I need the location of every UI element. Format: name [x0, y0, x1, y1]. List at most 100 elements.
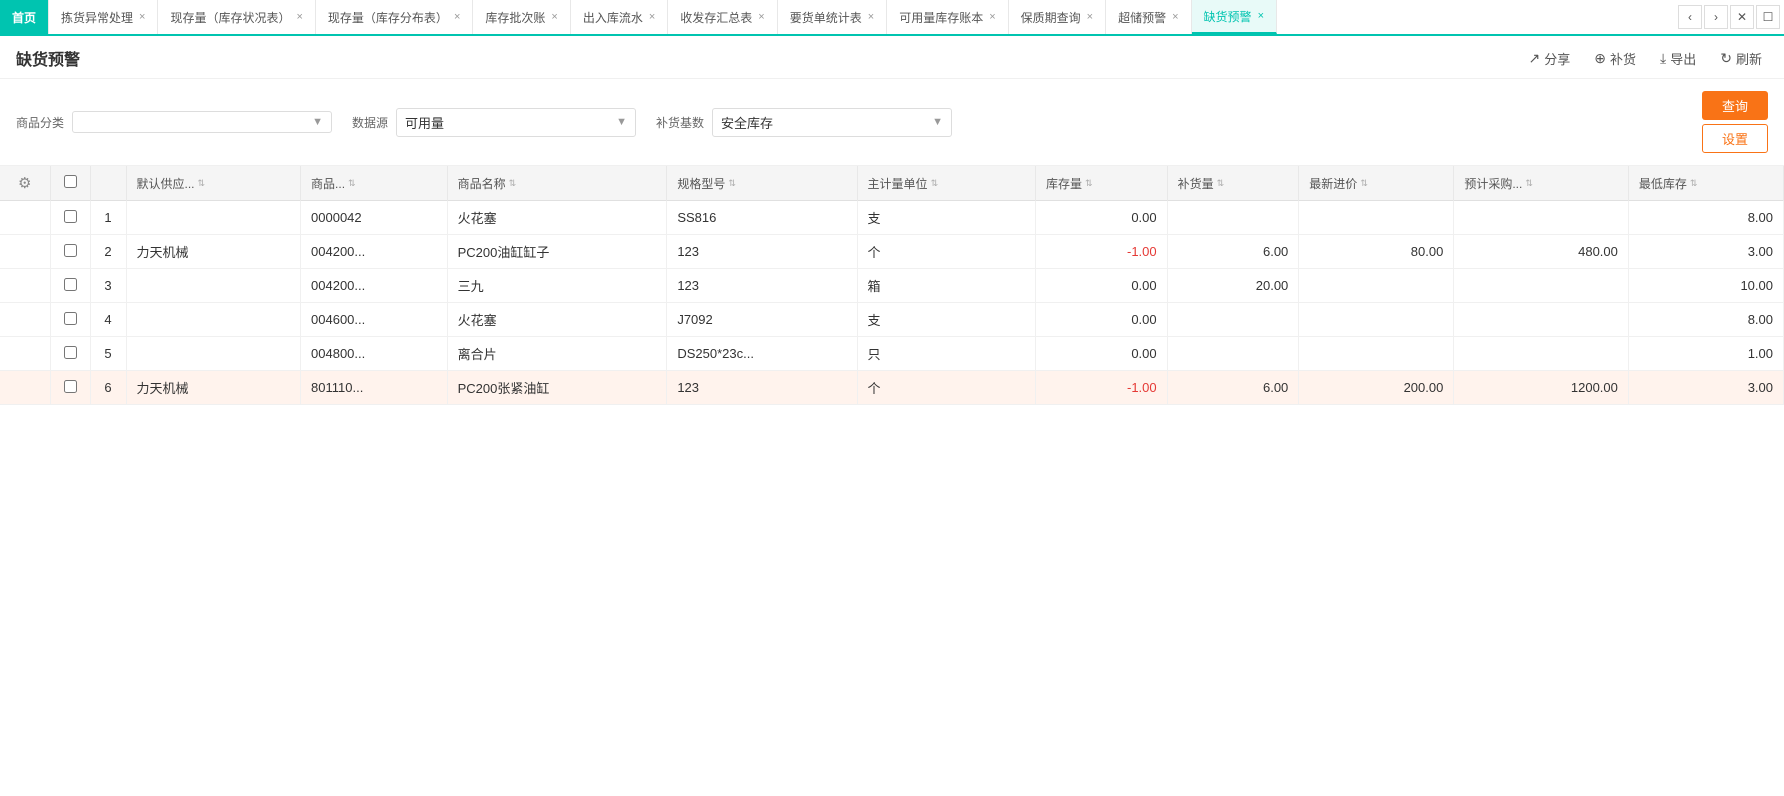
- tab-batch-close[interactable]: ×: [551, 11, 557, 23]
- column-spec[interactable]: 规格型号 ⇅: [667, 166, 857, 201]
- tab-inout-flow[interactable]: 出入库流水 ×: [571, 0, 668, 34]
- datasource-filter-group: 数据源 可用量 ▼: [352, 108, 636, 137]
- row-checkbox[interactable]: [64, 210, 77, 223]
- tab-expiry[interactable]: 保质期查询 ×: [1009, 0, 1106, 34]
- cell-spec: 123: [667, 269, 857, 303]
- cell-row-indicator: [0, 269, 50, 303]
- tab-prev-button[interactable]: ‹: [1678, 5, 1702, 29]
- column-product-code[interactable]: 商品... ⇅: [301, 166, 448, 201]
- column-latest-price[interactable]: 最新进价 ⇅: [1299, 166, 1454, 201]
- column-min-stock[interactable]: 最低库存 ⇅: [1628, 166, 1783, 201]
- column-estimated-purchase[interactable]: 预计采购... ⇅: [1454, 166, 1629, 201]
- tab-order-stat-close[interactable]: ×: [868, 11, 874, 23]
- refresh-button[interactable]: ↻ 刷新: [1714, 47, 1768, 70]
- column-product-name-label: 商品名称: [458, 175, 506, 192]
- column-stock[interactable]: 库存量 ⇅: [1035, 166, 1167, 201]
- tab-available[interactable]: 可用量库存账本 ×: [887, 0, 1008, 34]
- tab-next-button[interactable]: ›: [1704, 5, 1728, 29]
- table-body: 1 0000042 火花塞 SS816 支 0.00 8.00 2 力天机械 0…: [0, 201, 1784, 405]
- cell-replenish-qty: 6.00: [1167, 235, 1299, 269]
- column-gear[interactable]: ⚙: [0, 166, 50, 201]
- cell-min-stock: 3.00: [1628, 235, 1783, 269]
- category-filter-label: 商品分类: [16, 114, 64, 131]
- column-default-supplier[interactable]: 默认供应... ⇅: [126, 166, 301, 201]
- cell-latest-price: [1299, 269, 1454, 303]
- cell-stock: 0.00: [1035, 201, 1167, 235]
- cell-product-code: 004600...: [301, 303, 448, 337]
- tab-inventory-status-close[interactable]: ×: [296, 11, 302, 23]
- column-stock-label: 库存量: [1046, 175, 1082, 192]
- tab-overstock-label: 超储预警: [1118, 9, 1166, 26]
- cell-checkbox[interactable]: [50, 303, 90, 337]
- tab-abnormal-label: 拣货异常处理: [61, 9, 133, 26]
- cell-unit: 支: [857, 303, 1035, 337]
- tab-recv-summary[interactable]: 收发存汇总表 ×: [668, 0, 777, 34]
- cell-row-indicator: [0, 201, 50, 235]
- tab-inout-flow-close[interactable]: ×: [649, 11, 655, 23]
- tab-close-all-button[interactable]: ✕: [1730, 5, 1754, 29]
- tab-order-stat[interactable]: 要货单统计表 ×: [778, 0, 887, 34]
- datasource-select[interactable]: 可用量 ▼: [396, 108, 636, 137]
- cell-product-name: 火花塞: [447, 303, 667, 337]
- cell-row-num: 5: [90, 337, 126, 371]
- column-row-num: [90, 166, 126, 201]
- tab-inventory-status-label: 现存量（库存状况表）: [170, 9, 290, 26]
- tab-overstock-close[interactable]: ×: [1172, 11, 1178, 23]
- cell-checkbox[interactable]: [50, 371, 90, 405]
- select-all-checkbox[interactable]: [64, 175, 77, 188]
- cell-product-name: 火花塞: [447, 201, 667, 235]
- cell-checkbox[interactable]: [50, 269, 90, 303]
- column-replenish-qty[interactable]: 补货量 ⇅: [1167, 166, 1299, 201]
- share-icon: ↗: [1529, 50, 1541, 67]
- export-button[interactable]: ⤓ 导出: [1654, 47, 1702, 70]
- tab-home[interactable]: 首页: [0, 0, 49, 34]
- export-icon: ⤓: [1660, 50, 1666, 67]
- share-button[interactable]: ↗ 分享: [1523, 47, 1577, 70]
- cell-default-supplier: [126, 269, 301, 303]
- tab-available-close[interactable]: ×: [989, 11, 995, 23]
- tab-abnormal[interactable]: 拣货异常处理 ×: [49, 0, 158, 34]
- query-button[interactable]: 查询: [1702, 91, 1768, 120]
- column-spec-label: 规格型号: [677, 175, 725, 192]
- cell-checkbox[interactable]: [50, 201, 90, 235]
- row-checkbox[interactable]: [64, 278, 77, 291]
- tab-home-label: 首页: [12, 9, 36, 26]
- cell-checkbox[interactable]: [50, 235, 90, 269]
- data-table: ⚙ 默认供应... ⇅ 商品... ⇅: [0, 166, 1784, 405]
- tab-maximize-button[interactable]: ☐: [1756, 5, 1780, 29]
- tab-recv-summary-label: 收发存汇总表: [680, 9, 752, 26]
- tab-batch[interactable]: 库存批次账 ×: [473, 0, 570, 34]
- category-select[interactable]: ▼: [72, 111, 332, 133]
- tab-abnormal-close[interactable]: ×: [139, 11, 145, 23]
- replenish-icon: ⊕: [1594, 50, 1606, 67]
- cell-replenish-qty: 6.00: [1167, 371, 1299, 405]
- replenish-button[interactable]: ⊕ 补货: [1588, 47, 1642, 70]
- tab-inventory-dist-close[interactable]: ×: [454, 11, 460, 23]
- tab-shortage[interactable]: 缺货预警 ×: [1192, 0, 1277, 34]
- column-unit[interactable]: 主计量单位 ⇅: [857, 166, 1035, 201]
- cell-min-stock: 8.00: [1628, 201, 1783, 235]
- row-checkbox[interactable]: [64, 312, 77, 325]
- refresh-label: 刷新: [1736, 49, 1762, 68]
- column-product-name[interactable]: 商品名称 ⇅: [447, 166, 667, 201]
- table-row: 2 力天机械 004200... PC200油缸缸子 123 个 -1.00 6…: [0, 235, 1784, 269]
- row-checkbox[interactable]: [64, 380, 77, 393]
- tab-inventory-status[interactable]: 现存量（库存状况表） ×: [158, 0, 315, 34]
- row-checkbox[interactable]: [64, 346, 77, 359]
- column-latest-price-label: 最新进价: [1309, 175, 1357, 192]
- tab-inventory-dist[interactable]: 现存量（库存分布表） ×: [316, 0, 473, 34]
- tab-recv-summary-close[interactable]: ×: [758, 11, 764, 23]
- table-header-row: ⚙ 默认供应... ⇅ 商品... ⇅: [0, 166, 1784, 201]
- cell-min-stock: 10.00: [1628, 269, 1783, 303]
- tab-shortage-close[interactable]: ×: [1258, 10, 1264, 22]
- tab-expiry-close[interactable]: ×: [1087, 11, 1093, 23]
- table-container: ⚙ 默认供应... ⇅ 商品... ⇅: [0, 166, 1784, 405]
- cell-row-num: 2: [90, 235, 126, 269]
- datasource-chevron-down-icon: ▼: [616, 116, 627, 128]
- replenish-base-select[interactable]: 安全库存 ▼: [712, 108, 952, 137]
- settings-button[interactable]: 设置: [1702, 124, 1768, 153]
- cell-checkbox[interactable]: [50, 337, 90, 371]
- tab-overstock[interactable]: 超储预警 ×: [1106, 0, 1191, 34]
- row-checkbox[interactable]: [64, 244, 77, 257]
- tab-inout-flow-label: 出入库流水: [583, 9, 643, 26]
